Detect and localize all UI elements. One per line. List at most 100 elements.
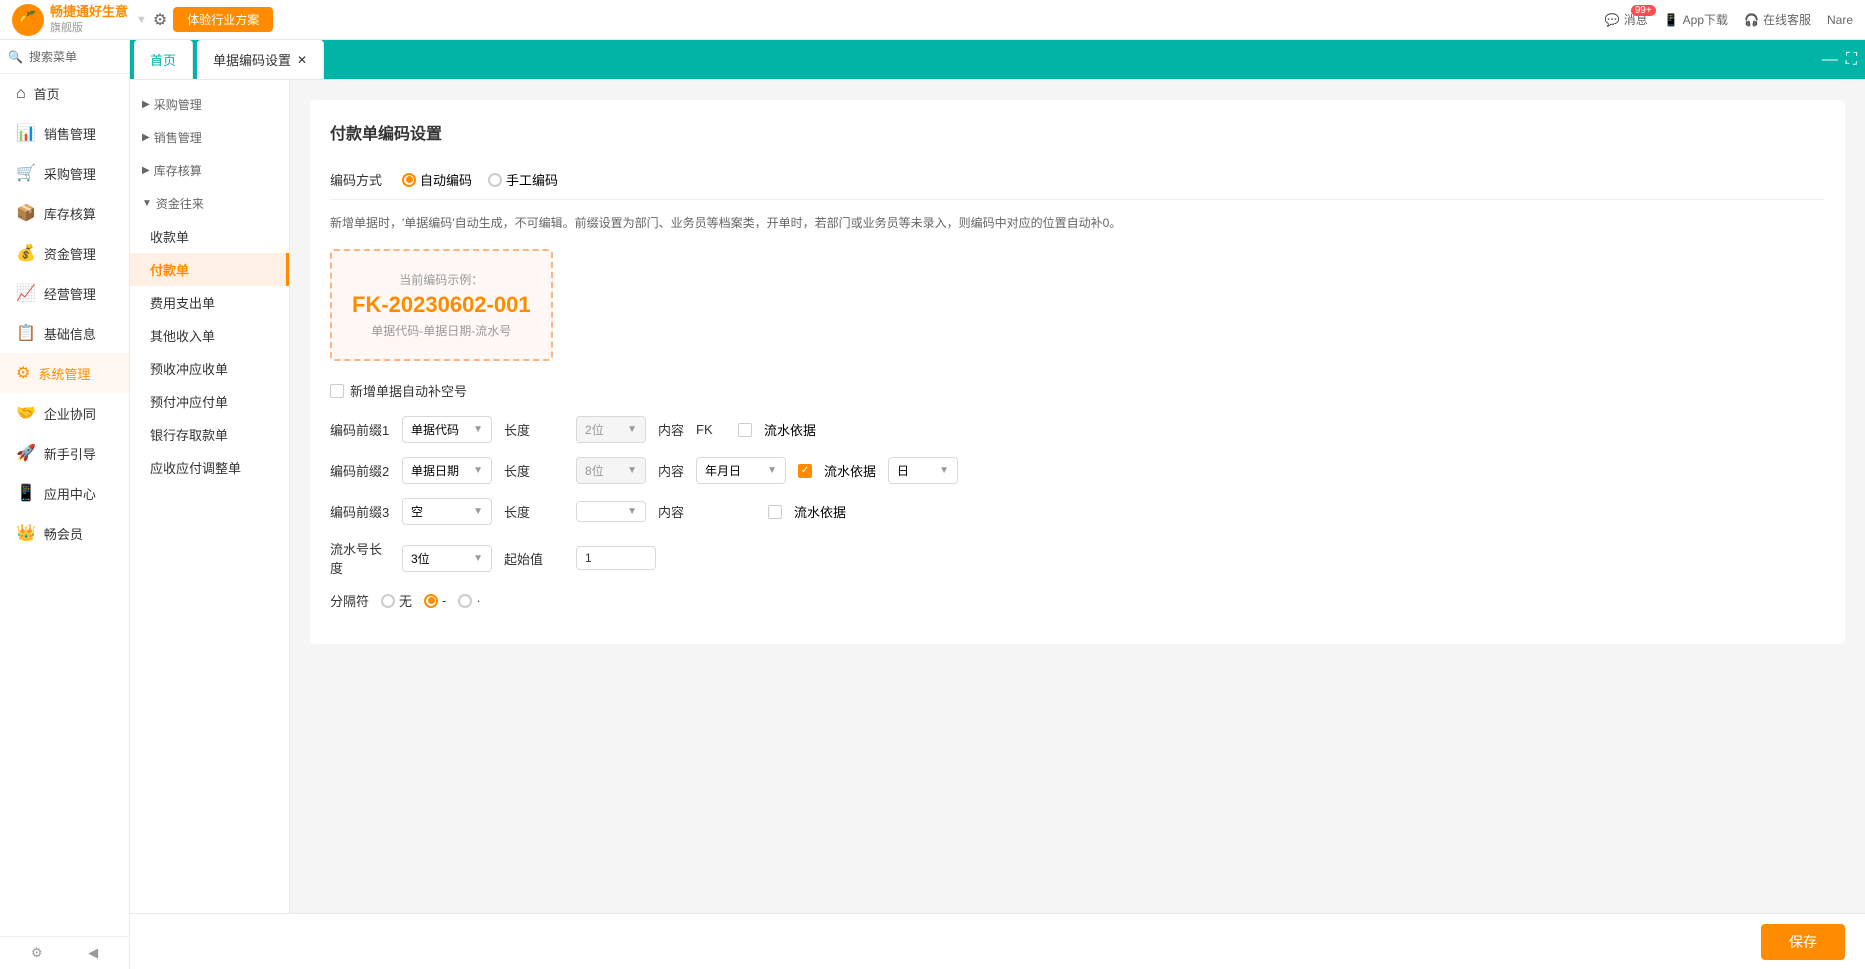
auto-fill-checkbox[interactable] [330, 384, 344, 398]
save-button[interactable]: 保存 [1761, 924, 1845, 960]
start-value-label: 起始值 [504, 549, 564, 568]
sec-item-adjust[interactable]: 应收应付调整单 [130, 451, 289, 484]
sidebar-item-sales[interactable]: 📊 销售管理 [0, 113, 129, 153]
group-purchase: ▶ 采购管理 [130, 88, 289, 121]
sidebar-item-inventory[interactable]: 📦 库存核算 [0, 193, 129, 233]
sidebar-item-operations[interactable]: 📈 经营管理 [0, 273, 129, 313]
nav-dropdown[interactable]: ▼ [136, 14, 147, 26]
sidebar-item-collab[interactable]: 🤝 企业协同 [0, 393, 129, 433]
prefix1-length-select[interactable]: 2位 ▼ [576, 416, 646, 443]
app-download-item[interactable]: 📱 App下载 [1664, 11, 1728, 28]
settings-icon[interactable]: ⚙ [153, 10, 167, 30]
preview-code: FK-20230602-001 [352, 292, 531, 318]
separator-label: 分隔符 [330, 591, 369, 610]
group-inventory: ▶ 库存核算 [130, 154, 289, 187]
prefix2-stream-checkbox[interactable]: ✓ [798, 464, 812, 478]
sidebar-label-purchase: 采购管理 [44, 164, 96, 183]
stream-length-label: 流水号长度 [330, 539, 390, 577]
prefix2-label: 编码前缀2 [330, 461, 390, 480]
prefix1-select[interactable]: 单据代码 ▼ [402, 416, 492, 443]
group-sales-header[interactable]: ▶ 销售管理 [130, 121, 289, 154]
tab-expand: — ⛶ [1822, 51, 1865, 69]
sidebar-item-basic-info[interactable]: 📋 基础信息 [0, 313, 129, 353]
group-inventory-header[interactable]: ▶ 库存核算 [130, 154, 289, 187]
radio-group: 自动编码 手工编码 [402, 170, 558, 189]
sidebar-item-purchase[interactable]: 🛒 采购管理 [0, 153, 129, 193]
prefix2-content-value: 年月日 [705, 462, 741, 479]
radio-auto[interactable]: 自动编码 [402, 170, 472, 189]
encode-method-label: 编码方式 [330, 170, 382, 189]
sec-item-expense[interactable]: 费用支出单 [130, 286, 289, 319]
tab-home[interactable]: 首页 [134, 40, 193, 79]
sidebar-label-operations: 经营管理 [44, 284, 96, 303]
prefix2-content-label: 内容 [658, 461, 684, 480]
sec-item-prepay-pay[interactable]: 预付冲应付单 [130, 385, 289, 418]
group-capital-header[interactable]: ▼ 资金往来 [130, 187, 289, 220]
content-area: 首页 单据编码设置 ✕ — ⛶ ▶ 采购管理 [130, 40, 1865, 969]
prefix3-stream-label: 流水依据 [794, 502, 846, 521]
radio-manual[interactable]: 手工编码 [488, 170, 558, 189]
prefix2-unit-arrow: ▼ [939, 465, 949, 476]
group-purchase-header[interactable]: ▶ 采购管理 [130, 88, 289, 121]
auto-fill-row: 新增单据自动补空号 [330, 381, 1825, 400]
trial-button[interactable]: 体验行业方案 [173, 7, 273, 32]
sidebar-item-system[interactable]: ⚙ 系统管理 [0, 353, 129, 393]
tab-close-icon[interactable]: ✕ [297, 53, 307, 67]
sidebar-label-member: 畅会员 [44, 524, 83, 543]
auto-fill-label: 新增单据自动补空号 [350, 381, 467, 400]
sidebar-item-member[interactable]: 👑 畅会员 [0, 513, 129, 553]
sec-item-bank[interactable]: 银行存取款单 [130, 418, 289, 451]
preview-box: 当前编码示例： FK-20230602-001 单据代码-单据日期-流水号 [330, 249, 553, 361]
sidebar-item-home[interactable]: ⌂ 首页 [0, 74, 129, 113]
prefix2-stream-unit-select[interactable]: 日 ▼ [888, 457, 958, 484]
secondary-sidebar: ▶ 采购管理 ▶ 销售管理 ▶ 库存核算 [130, 80, 290, 913]
prefix2-content-select[interactable]: 年月日 ▼ [696, 457, 786, 484]
sidebar-label-inventory: 库存核算 [44, 204, 96, 223]
prefix2-length-arrow: ▼ [627, 465, 637, 476]
prefix3-select[interactable]: 空 ▼ [402, 498, 492, 525]
sidebar-label-collab: 企业协同 [44, 404, 96, 423]
sep-dash-radio[interactable]: - [424, 593, 446, 608]
maximize-icon[interactable]: ⛶ [1846, 51, 1857, 69]
group-capital: ▼ 资金往来 收款单 付款单 费用支出单 其他收入单 预收冲应收单 预付冲应付单… [130, 187, 289, 484]
prefix2-length-select[interactable]: 8位 ▼ [576, 457, 646, 484]
sep-dot-radio[interactable]: · [458, 593, 480, 608]
system-icon: ⚙ [16, 363, 30, 383]
sidebar-item-guide[interactable]: 🚀 新手引导 [0, 433, 129, 473]
online-service-item[interactable]: 🎧 在线客服 [1744, 11, 1811, 28]
brand-line2: 旗舰版 [50, 21, 128, 35]
prefix1-stream-checkbox[interactable] [738, 423, 752, 437]
bottom-settings-icon[interactable]: ⚙ [31, 945, 43, 961]
arrow-icon-3: ▶ [142, 165, 150, 176]
prefix1-arrow: ▼ [473, 424, 483, 435]
sec-item-payment[interactable]: 付款单 [130, 253, 289, 286]
prefix3-stream-checkbox[interactable] [768, 505, 782, 519]
message-item[interactable]: 💬 消息 99+ [1605, 11, 1648, 28]
sidebar-item-finance[interactable]: 💰 资金管理 [0, 233, 129, 273]
stream-length-select[interactable]: 3位 ▼ [402, 545, 492, 572]
prefix3-length-select[interactable]: ▼ [576, 501, 646, 522]
prefix2-select[interactable]: 单据日期 ▼ [402, 457, 492, 484]
bottom-collapse-icon[interactable]: ◀ [88, 945, 98, 961]
basic-info-icon: 📋 [16, 323, 36, 343]
prefix1-value: 单据代码 [411, 421, 459, 438]
prefix1-row: 编码前缀1 单据代码 ▼ 长度 2位 ▼ 内容 FK 流水依据 [330, 416, 1825, 443]
search-menu[interactable]: 🔍 搜索菜单 [0, 40, 129, 74]
home-icon: ⌂ [16, 85, 26, 103]
topbar-nav: ▼ ⚙ 体验行业方案 [136, 7, 273, 32]
minimize-icon[interactable]: — [1822, 51, 1838, 69]
prefix2-stream-label: 流水依据 [824, 461, 876, 480]
username[interactable]: Nare [1827, 13, 1853, 27]
app-download-label: App下载 [1683, 11, 1728, 28]
sec-item-receipt[interactable]: 收款单 [130, 220, 289, 253]
sec-item-prepay-receive[interactable]: 预收冲应收单 [130, 352, 289, 385]
bottom-bar: 保存 [130, 913, 1865, 969]
start-value-input[interactable] [576, 546, 656, 570]
tab-encode-settings[interactable]: 单据编码设置 ✕ [197, 40, 324, 79]
sidebar-item-apps[interactable]: 📱 应用中心 [0, 473, 129, 513]
sidebar-label-basic-info: 基础信息 [44, 324, 96, 343]
sec-item-other-income[interactable]: 其他收入单 [130, 319, 289, 352]
tab-encode-label: 单据编码设置 [213, 50, 291, 69]
sep-none-radio[interactable]: 无 [381, 591, 412, 610]
sidebar-label-home: 首页 [34, 84, 60, 103]
